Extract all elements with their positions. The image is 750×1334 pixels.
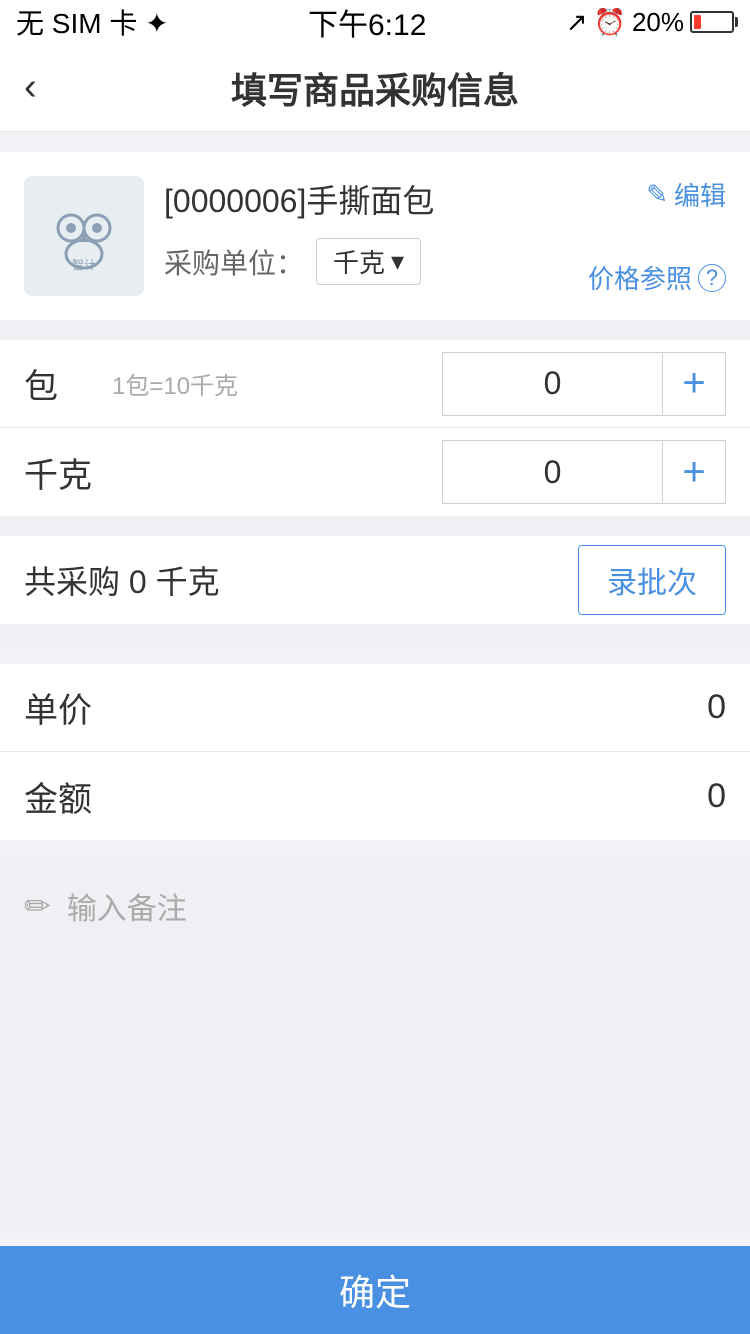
input-section: 包 1包=10千克 + 千克 + [0,340,750,516]
bag-sublabel: 1包=10千克 [112,366,238,401]
battery-percent: 20% [632,7,684,38]
total-row: 共采购 0 千克 录批次 [0,536,750,624]
bag-input-row: 包 1包=10千克 + [0,340,750,428]
status-time: 下午6:12 [308,0,426,44]
back-button[interactable]: ‹ [24,66,37,109]
product-name: [0000006]手撕面包 [164,176,726,222]
price-ref-button[interactable]: 价格参照 ? [588,259,726,296]
section-divider-2 [0,516,750,536]
battery-icon [690,11,734,33]
total-text: 共采购 0 千克 [24,557,220,603]
pencil-icon: ✏ [24,887,51,925]
notes-placeholder: 输入备注 [67,884,187,928]
kg-input[interactable] [442,440,662,504]
notes-input-row[interactable]: ✏ 输入备注 [24,884,726,928]
amount-label: 金额 [24,772,92,821]
price-section: 单价 0 金额 0 [0,664,750,840]
purchase-unit-label: 采购单位： [164,242,304,282]
edit-button[interactable]: ✎ 编辑 [646,176,726,213]
chevron-down-icon: ▾ [391,246,404,277]
alarm-icon: ⏰ [594,7,626,38]
page-title: 填写商品采购信息 [231,62,519,114]
kg-plus-button[interactable]: + [662,440,726,504]
product-thumbnail: 智计 [24,176,144,296]
batch-button[interactable]: 录批次 [578,545,726,615]
product-card: 智计 [0000006]手撕面包 采购单位： 千克 ▾ ✎ 编辑 价格参照 ? [0,152,750,320]
brand-logo: 智计 [44,196,124,276]
status-right: ↗ ⏰ 20% [566,7,734,38]
status-bar: 无 SIM 卡 ✦ 下午6:12 ↗ ⏰ 20% [0,0,750,44]
section-divider-1 [0,320,750,340]
kg-field-wrap: + [104,440,726,504]
bag-plus-button[interactable]: + [662,352,726,416]
amount-row: 金额 0 [0,752,750,840]
bag-input[interactable] [442,352,662,416]
price-ref-label: 价格参照 [588,259,692,296]
edit-label: 编辑 [674,176,726,213]
unit-price-label: 单价 [24,683,92,732]
edit-icon: ✎ [646,179,668,210]
location-icon: ↗ [566,7,588,38]
section-divider-3 [0,624,750,644]
nav-bar: ‹ 填写商品采购信息 [0,44,750,132]
svg-text:智计: 智计 [72,257,96,272]
unit-price-row: 单价 0 [0,664,750,752]
bag-label: 包 [24,359,104,408]
unit-price-value: 0 [707,688,726,727]
help-icon: ? [698,264,726,292]
kg-label: 千克 [24,448,104,497]
bag-field-wrap: + [238,352,726,416]
unit-select[interactable]: 千克 ▾ [316,238,421,285]
status-left: 无 SIM 卡 ✦ [16,2,169,42]
amount-value: 0 [707,777,726,816]
no-sim-text: 无 SIM 卡 ✦ [16,2,169,42]
notes-section: ✏ 输入备注 [0,860,750,1228]
kg-input-row: 千克 + [0,428,750,516]
confirm-button[interactable]: 确定 [0,1246,750,1334]
unit-value: 千克 [333,243,385,280]
